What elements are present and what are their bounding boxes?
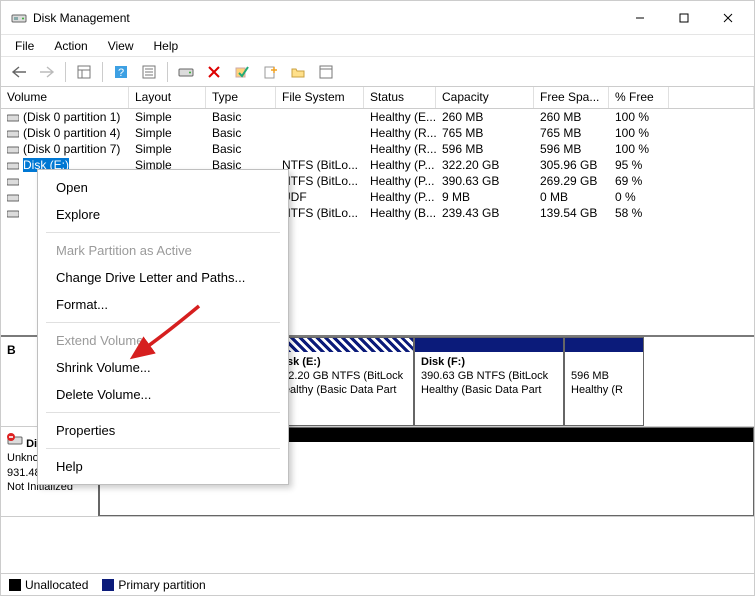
context-menu: Open Explore Mark Partition as Active Ch…	[37, 169, 289, 485]
checkmark-icon[interactable]	[230, 60, 254, 84]
menu-action[interactable]: Action	[46, 37, 95, 55]
col-spare	[669, 87, 754, 108]
view-toggle-icon[interactable]	[72, 60, 96, 84]
ctx-open[interactable]: Open	[38, 174, 288, 201]
disk0-label: B	[7, 343, 16, 357]
col-pct[interactable]: % Free	[609, 87, 669, 108]
legend-primary: Primary partition	[102, 578, 205, 592]
legend: Unallocated Primary partition	[1, 573, 754, 595]
maximize-button[interactable]	[662, 4, 706, 32]
col-layout[interactable]: Layout	[129, 87, 206, 108]
disk-management-window: Disk Management File Action View Help ? …	[0, 0, 755, 596]
close-button[interactable]	[706, 4, 750, 32]
ctx-mark-active: Mark Partition as Active	[38, 237, 288, 264]
minimize-button[interactable]	[618, 4, 662, 32]
drive-icon[interactable]	[174, 60, 198, 84]
delete-icon[interactable]	[202, 60, 226, 84]
col-type[interactable]: Type	[206, 87, 276, 108]
col-capacity[interactable]: Capacity	[436, 87, 534, 108]
forward-button[interactable]	[35, 60, 59, 84]
ctx-delete[interactable]: Delete Volume...	[38, 381, 288, 408]
volume-row[interactable]: (Disk 0 partition 4)SimpleBasicHealthy (…	[1, 125, 754, 141]
ctx-format[interactable]: Format...	[38, 291, 288, 318]
volume-row[interactable]: (Disk 0 partition 7)SimpleBasicHealthy (…	[1, 141, 754, 157]
window-title: Disk Management	[33, 11, 130, 25]
help-icon[interactable]: ?	[109, 60, 133, 84]
menu-file[interactable]: File	[7, 37, 42, 55]
volume-row[interactable]: (Disk 0 partition 1)SimpleBasicHealthy (…	[1, 109, 754, 125]
col-free[interactable]: Free Spa...	[534, 87, 609, 108]
disk-error-icon	[7, 433, 23, 451]
menu-help[interactable]: Help	[146, 37, 187, 55]
back-button[interactable]	[7, 60, 31, 84]
partition[interactable]: 596 MBHealthy (R	[564, 337, 644, 426]
legend-unallocated: Unallocated	[9, 578, 88, 592]
properties-icon[interactable]	[314, 60, 338, 84]
ctx-help[interactable]: Help	[38, 453, 288, 480]
folder-new-icon[interactable]	[286, 60, 310, 84]
titlebar: Disk Management	[1, 1, 754, 35]
menubar: File Action View Help	[1, 35, 754, 57]
ctx-shrink[interactable]: Shrink Volume...	[38, 354, 288, 381]
svg-text:?: ?	[118, 67, 124, 79]
ctx-explore[interactable]: Explore	[38, 201, 288, 228]
ctx-properties[interactable]: Properties	[38, 417, 288, 444]
col-volume[interactable]: Volume	[1, 87, 129, 108]
toolbar: ?	[1, 57, 754, 87]
col-filesystem[interactable]: File System	[276, 87, 364, 108]
col-status[interactable]: Status	[364, 87, 436, 108]
settings-list-icon[interactable]	[137, 60, 161, 84]
column-headers: Volume Layout Type File System Status Ca…	[1, 87, 754, 109]
new-icon[interactable]	[258, 60, 282, 84]
app-icon	[11, 10, 27, 26]
menu-view[interactable]: View	[100, 37, 142, 55]
ctx-extend: Extend Volume...	[38, 327, 288, 354]
partition[interactable]: Disk (E:)322.20 GB NTFS (BitLockHealthy …	[269, 337, 414, 426]
ctx-change-letter[interactable]: Change Drive Letter and Paths...	[38, 264, 288, 291]
partition[interactable]: Disk (F:)390.63 GB NTFS (BitLockHealthy …	[414, 337, 564, 426]
